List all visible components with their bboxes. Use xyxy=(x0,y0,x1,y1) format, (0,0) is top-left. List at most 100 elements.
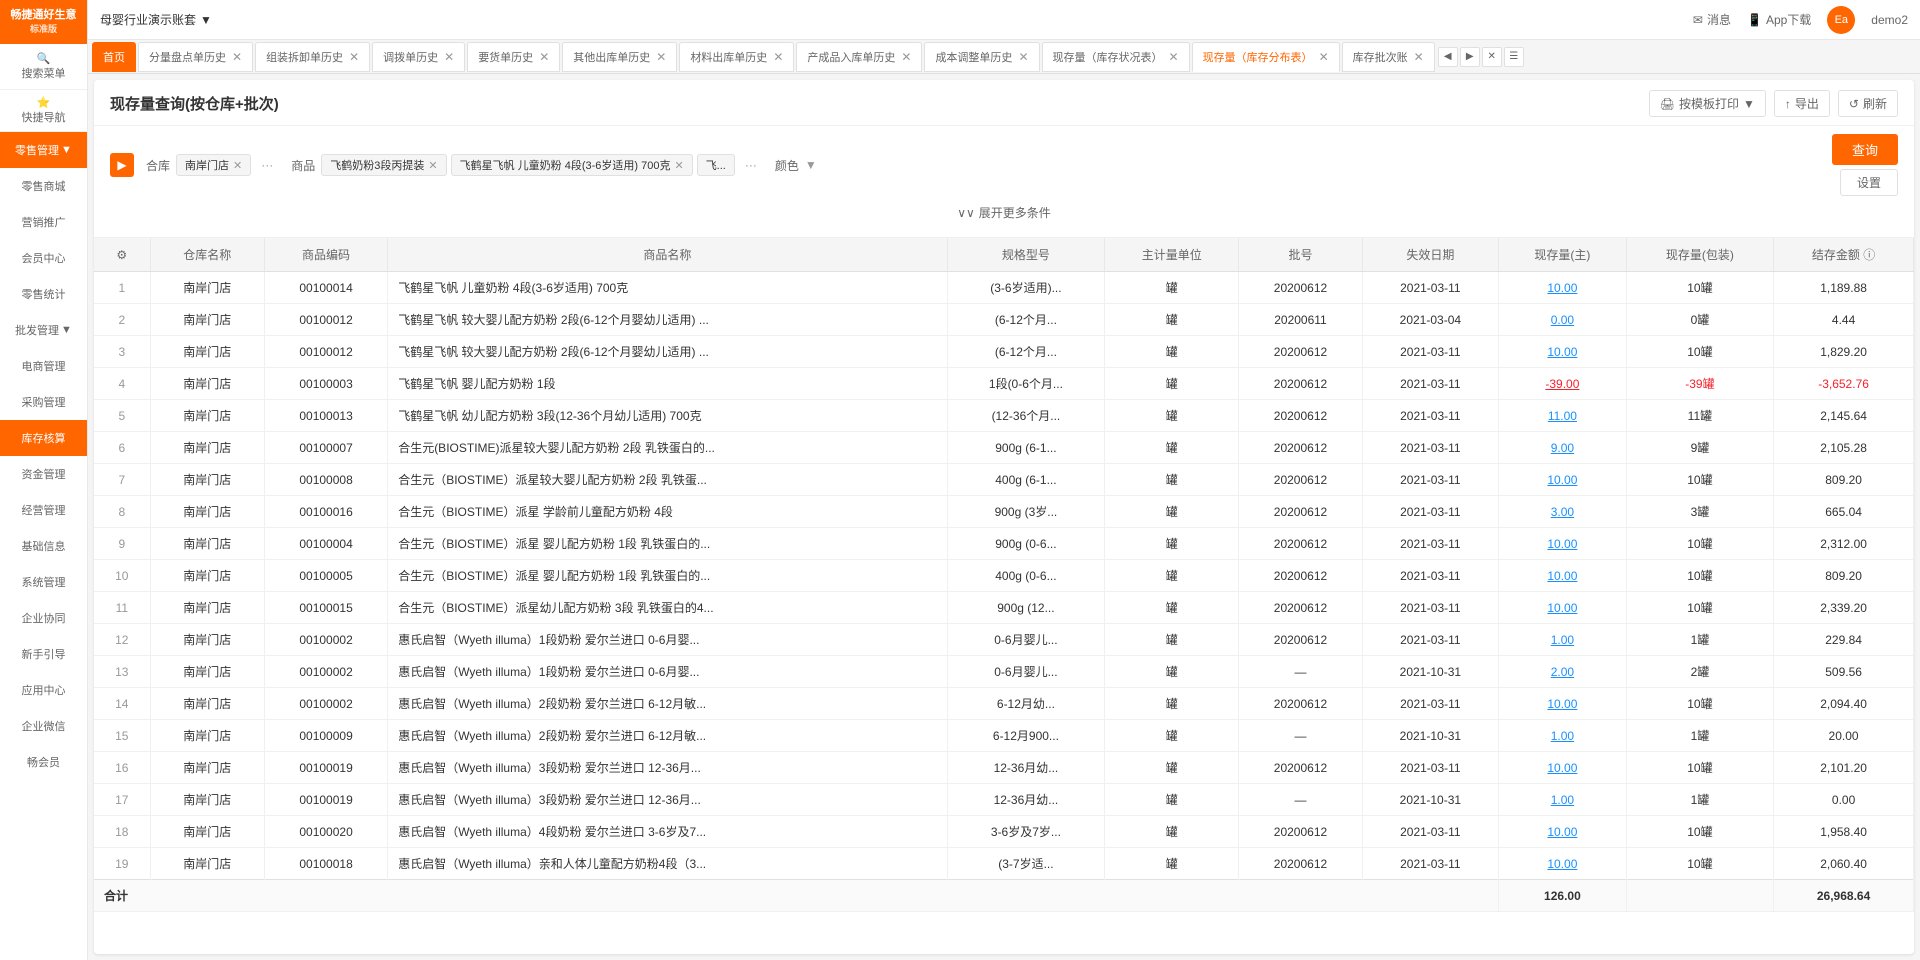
cell-stock-main[interactable]: 0.00 xyxy=(1499,304,1627,336)
user-name[interactable]: demo2 xyxy=(1871,13,1908,27)
cell-stock-main[interactable]: 10.00 xyxy=(1499,592,1627,624)
warehouse-dots[interactable]: ··· xyxy=(255,156,279,174)
export-btn[interactable]: ↑ 导出 xyxy=(1774,90,1830,117)
cell-stock-main[interactable]: 1.00 xyxy=(1499,624,1627,656)
tab-close-all-btn[interactable]: ✕ xyxy=(1482,47,1502,67)
balance-info-icon[interactable]: ⓘ xyxy=(1863,248,1875,262)
table-row: 10 南岸门店 00100005 合生元（BIOSTIME）派星 婴儿配方奶粉 … xyxy=(94,560,1914,592)
cell-stock-main[interactable]: 11.00 xyxy=(1499,400,1627,432)
tab-close-icon8[interactable]: ✕ xyxy=(1018,50,1028,64)
sidebar-item-retail-mall[interactable]: 零售商城 xyxy=(0,168,87,204)
sidebar-item-operations[interactable]: 经营管理 xyxy=(0,492,87,528)
tab-close-icon5[interactable]: ✕ xyxy=(656,50,666,64)
product-tag-close-1[interactable]: ✕ xyxy=(428,159,437,172)
tab-product-in[interactable]: 产成品入库单历史 ✕ xyxy=(796,42,922,72)
app-logo[interactable]: 畅捷通好生意 标准版 xyxy=(0,0,87,44)
sidebar-item-marketing[interactable]: 营销推广 xyxy=(0,204,87,240)
color-dropdown-icon[interactable]: ▼ xyxy=(805,158,817,172)
sidebar-item-guide[interactable]: 新手引导 xyxy=(0,636,87,672)
settings-icon[interactable]: ⚙ xyxy=(116,248,127,262)
cell-stock-main[interactable]: 10.00 xyxy=(1499,752,1627,784)
sidebar-item-ecommerce[interactable]: 电商管理 xyxy=(0,348,87,384)
query-btn[interactable]: 查询 xyxy=(1832,134,1898,165)
tab-menu-btn[interactable]: ☰ xyxy=(1504,47,1524,67)
tab-close-icon11[interactable]: ✕ xyxy=(1414,50,1424,64)
col-product-code: 商品编码 xyxy=(264,238,387,272)
sidebar-item-basic[interactable]: 基础信息 xyxy=(0,528,87,564)
cell-stock-main[interactable]: 2.00 xyxy=(1499,656,1627,688)
tab-cost-adjust[interactable]: 成本调整单历史 ✕ xyxy=(924,42,1039,72)
product-tag-close-2[interactable]: ✕ xyxy=(674,159,683,172)
print-btn[interactable]: 🖨 按模板打印 ▼ xyxy=(1649,90,1766,117)
tab-material-out[interactable]: 材料出库单历史 ✕ xyxy=(679,42,794,72)
sidebar-item-inventory[interactable]: 库存核算 xyxy=(0,420,87,456)
tab-close-icon[interactable]: ✕ xyxy=(232,50,242,64)
tab-prev-btn[interactable]: ◀ xyxy=(1438,47,1458,67)
message-btn[interactable]: ✉ 消息 xyxy=(1693,11,1731,28)
product-dots[interactable]: ··· xyxy=(739,156,763,174)
cell-stock-main[interactable]: 3.00 xyxy=(1499,496,1627,528)
tab-next-btn[interactable]: ▶ xyxy=(1460,47,1480,67)
cell-no: 14 xyxy=(94,688,150,720)
expand-icon: ∨∨ xyxy=(957,206,975,220)
sidebar-item-collab[interactable]: 企业协同 xyxy=(0,600,87,636)
cell-stock-main[interactable]: 10.00 xyxy=(1499,272,1627,304)
tab-close-icon6[interactable]: ✕ xyxy=(773,50,783,64)
tab-close-icon10[interactable]: ✕ xyxy=(1319,50,1329,64)
cell-stock-main[interactable]: -39.00 xyxy=(1499,368,1627,400)
col-settings[interactable]: ⚙ xyxy=(94,238,150,272)
app-download-btn[interactable]: 📱 App下载 xyxy=(1747,11,1811,28)
cell-warehouse: 南岸门店 xyxy=(150,848,264,880)
sidebar-item-appstore[interactable]: 应用中心 xyxy=(0,672,87,708)
org-selector[interactable]: 母婴行业演示账套 ▼ xyxy=(100,11,212,28)
cell-stock-main[interactable]: 10.00 xyxy=(1499,336,1627,368)
sidebar-item-finance[interactable]: 资金管理 xyxy=(0,456,87,492)
cell-stock-main[interactable]: 9.00 xyxy=(1499,432,1627,464)
tab-transfer[interactable]: 调拨单历史 ✕ xyxy=(372,42,465,72)
tab-close-icon2[interactable]: ✕ xyxy=(349,50,359,64)
cell-stock-main[interactable]: 10.00 xyxy=(1499,688,1627,720)
cell-expire: 2021-03-11 xyxy=(1362,752,1499,784)
filter-expand-btn[interactable]: ▶ xyxy=(110,153,134,177)
cell-stock-main[interactable]: 10.00 xyxy=(1499,464,1627,496)
cell-stock-main[interactable]: 10.00 xyxy=(1499,528,1627,560)
tab-close-icon7[interactable]: ✕ xyxy=(901,50,911,64)
tab-disassembly[interactable]: 组装拆卸单历史 ✕ xyxy=(255,42,370,72)
tab-stock-status[interactable]: 现存量（库存状况表） ✕ xyxy=(1042,42,1190,72)
refresh-btn[interactable]: ↺ 刷新 xyxy=(1838,90,1898,117)
sidebar-item-wechat[interactable]: 企业微信 xyxy=(0,708,87,744)
tab-batch[interactable]: 库存批次账 ✕ xyxy=(1342,42,1435,72)
set-btn[interactable]: 设置 xyxy=(1840,169,1898,196)
sidebar-item-retail[interactable]: 零售管理▼ xyxy=(0,132,87,168)
cell-stock-main[interactable]: 1.00 xyxy=(1499,720,1627,752)
tab-stock-dist[interactable]: 现存量（库存分布表） ✕ xyxy=(1192,42,1340,72)
cell-unit: 罐 xyxy=(1105,304,1239,336)
cell-expire: 2021-10-31 xyxy=(1362,784,1499,816)
shortcut-nav[interactable]: ⭐ 快捷导航 xyxy=(0,90,87,132)
tab-home[interactable]: 首页 xyxy=(92,42,136,72)
cell-stock-main[interactable]: 10.00 xyxy=(1499,560,1627,592)
cell-batch: 20200612 xyxy=(1239,560,1362,592)
cell-no: 8 xyxy=(94,496,150,528)
cell-stock-main[interactable]: 10.00 xyxy=(1499,848,1627,880)
tab-inventory-split[interactable]: 分量盘点单历史 ✕ xyxy=(138,42,253,72)
sidebar-item-system[interactable]: 系统管理 xyxy=(0,564,87,600)
sidebar-item-wholesale[interactable]: 批发管理▼ xyxy=(0,312,87,348)
tab-close-icon4[interactable]: ✕ xyxy=(539,50,549,64)
tab-other-out[interactable]: 其他出库单历史 ✕ xyxy=(562,42,677,72)
warehouse-tag-close[interactable]: ✕ xyxy=(233,159,242,172)
cell-stock-pack: 0罐 xyxy=(1626,304,1773,336)
sidebar-item-vip[interactable]: 畅会员 xyxy=(0,744,87,780)
search-menu[interactable]: 🔍 搜索菜单 xyxy=(0,44,87,90)
cell-stock-main[interactable]: 10.00 xyxy=(1499,816,1627,848)
expand-more-btn[interactable]: ∨∨ 展开更多条件 xyxy=(945,200,1063,225)
sidebar-item-retail-stats[interactable]: 零售统计 xyxy=(0,276,87,312)
tab-request[interactable]: 要货单历史 ✕ xyxy=(467,42,560,72)
sidebar-item-purchase[interactable]: 采购管理 xyxy=(0,384,87,420)
cell-stock-main[interactable]: 1.00 xyxy=(1499,784,1627,816)
tab-close-icon3[interactable]: ✕ xyxy=(444,50,454,64)
user-avatar[interactable]: Ea xyxy=(1827,6,1855,34)
sidebar-item-member[interactable]: 会员中心 xyxy=(0,240,87,276)
warehouse-label: 合库 xyxy=(146,157,170,174)
tab-close-icon9[interactable]: ✕ xyxy=(1169,50,1179,64)
